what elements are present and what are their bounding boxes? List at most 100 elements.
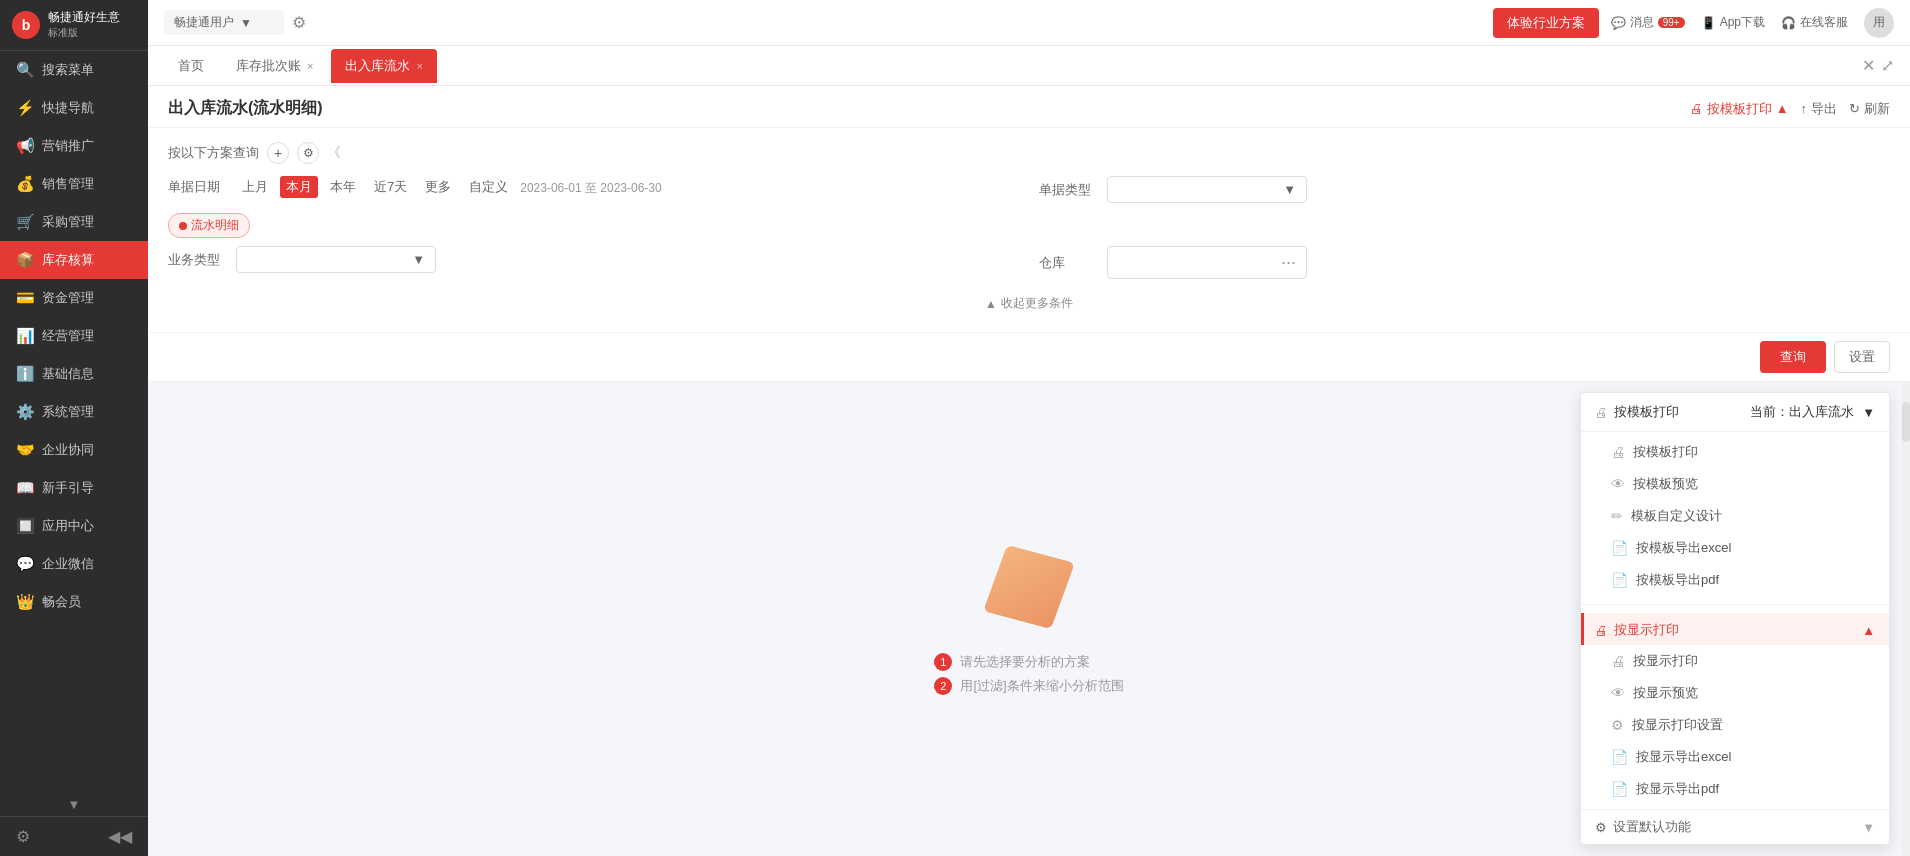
app-tag: 标准版 xyxy=(48,26,120,40)
sidebar-item-marketing[interactable]: 📢 营销推广 xyxy=(0,127,148,165)
tab-home[interactable]: 首页 xyxy=(164,49,218,83)
search-add-button[interactable]: + xyxy=(267,142,289,164)
print-template-item[interactable]: 🖨 按模板打印 xyxy=(1581,436,1889,468)
dropdown-title: 按模板打印 xyxy=(1614,403,1679,421)
sidebar-item-basic[interactable]: ℹ️ 基础信息 xyxy=(0,355,148,393)
date-opt-custom[interactable]: 自定义 xyxy=(463,176,514,198)
app-center-icon: 🔲 xyxy=(16,517,34,535)
app-download-item[interactable]: 📱 App下载 xyxy=(1701,14,1765,31)
chevron-down-icon: ▼ xyxy=(412,252,425,267)
sidebar-item-quick-nav[interactable]: ⚡ 快捷导航 xyxy=(0,89,148,127)
sidebar-item-system[interactable]: ⚙️ 系统管理 xyxy=(0,393,148,431)
app-logo-icon: b xyxy=(12,11,40,39)
date-options: 上月 本月 本年 近7天 更多 自定义 2023-06-01 至 2023-06… xyxy=(236,176,662,198)
settings-button[interactable]: 设置 xyxy=(1834,341,1890,373)
export-pdf-template-item[interactable]: 📄 按模板导出pdf xyxy=(1581,564,1889,596)
window-maximize-icon[interactable]: ⤢ xyxy=(1881,56,1894,75)
sidebar-item-sales[interactable]: 💰 销售管理 xyxy=(0,165,148,203)
user-selector[interactable]: 畅捷通用户 ▼ xyxy=(164,10,284,35)
date-opt-this-year[interactable]: 本年 xyxy=(324,176,362,198)
preview-template-item[interactable]: 👁 按模板预览 xyxy=(1581,468,1889,500)
sidebar-item-member[interactable]: 👑 畅会员 xyxy=(0,583,148,621)
sidebar: b 畅捷通好生意 标准版 🔍 搜索菜单 ⚡ 快捷导航 📢 营销推广 💰 销售管理… xyxy=(0,0,148,856)
tab-flow-close[interactable]: × xyxy=(416,60,422,72)
sidebar-scroll-down[interactable]: ▼ xyxy=(0,793,148,816)
warehouse-select[interactable]: ··· xyxy=(1107,246,1307,279)
sidebar-item-cooperation[interactable]: 🤝 企业协同 xyxy=(0,431,148,469)
export-excel-template-item[interactable]: 📄 按模板导出excel xyxy=(1581,532,1889,564)
sidebar-search[interactable]: 🔍 搜索菜单 xyxy=(0,51,148,89)
sidebar-collapse-icon[interactable]: ◀◀ xyxy=(108,827,132,846)
tab-batch-label: 库存批次账 xyxy=(236,57,301,75)
query-button[interactable]: 查询 xyxy=(1760,341,1826,373)
print-display-item[interactable]: 🖨 按显示打印 xyxy=(1581,645,1889,677)
sidebar-item-inventory[interactable]: 📦 库存核算 xyxy=(0,241,148,279)
content-area: 1 请先选择要分析的方案 2 用[过滤]条件来缩小分析范围 🖨 按模板打印 当前… xyxy=(148,382,1910,856)
date-opt-last-month[interactable]: 上月 xyxy=(236,176,274,198)
preview-display-item[interactable]: 👁 按显示预览 xyxy=(1581,677,1889,709)
scroll-indicator[interactable] xyxy=(1902,382,1910,856)
empty-icon xyxy=(979,537,1079,637)
sidebar-item-wechat[interactable]: 💬 企业微信 xyxy=(0,545,148,583)
tab-home-label: 首页 xyxy=(178,57,204,75)
tab-flow[interactable]: 出入库流水 × xyxy=(331,49,436,83)
pdf-display-icon: 📄 xyxy=(1611,781,1628,797)
avatar[interactable]: 用 xyxy=(1864,8,1894,38)
online-service-label: 在线客服 xyxy=(1800,14,1848,31)
export-icon: ↑ xyxy=(1801,101,1808,116)
section-toggle-icon[interactable]: ▲ xyxy=(1862,623,1875,638)
topbar-settings-icon[interactable]: ⚙ xyxy=(292,13,306,32)
sidebar-item-finance[interactable]: 💳 资金管理 xyxy=(0,279,148,317)
step-1-num: 1 xyxy=(934,653,952,671)
date-opt-7days[interactable]: 近7天 xyxy=(368,176,413,198)
business-type-select[interactable]: ▼ xyxy=(236,246,436,273)
message-badge: 99+ xyxy=(1658,17,1685,28)
export-button[interactable]: ↑ 导出 xyxy=(1801,100,1838,118)
export-excel-display-label: 按显示导出excel xyxy=(1636,748,1731,766)
search-settings-button[interactable]: ⚙ xyxy=(297,142,319,164)
refresh-button[interactable]: ↻ 刷新 xyxy=(1849,100,1890,118)
sidebar-bottom: ⚙ ◀◀ xyxy=(0,816,148,856)
custom-template-item[interactable]: ✏ 模板自定义设计 xyxy=(1581,500,1889,532)
export-pdf-display-item[interactable]: 📄 按显示导出pdf xyxy=(1581,773,1889,805)
message-item[interactable]: 💬 消息 99+ xyxy=(1611,14,1685,31)
collapse-button[interactable]: ▲ 收起更多条件 xyxy=(168,289,1890,318)
app-download-label: App下载 xyxy=(1720,14,1765,31)
business-type-field: 业务类型 ▼ xyxy=(168,246,1019,273)
refresh-label: 刷新 xyxy=(1864,100,1890,118)
sidebar-item-guide[interactable]: 📖 新手引导 xyxy=(0,469,148,507)
quick-nav-icon: ⚡ xyxy=(16,99,34,117)
export-excel-display-item[interactable]: 📄 按显示导出excel xyxy=(1581,741,1889,773)
box-shape-decoration xyxy=(983,545,1075,629)
date-opt-more[interactable]: 更多 xyxy=(419,176,457,198)
search-collapse-button[interactable]: 《 xyxy=(327,144,341,162)
display-section: 🖨 按显示打印 ▲ 🖨 按显示打印 👁 按显示预览 ⚙ 按显示打印设置 xyxy=(1581,609,1889,809)
top-bar: 畅捷通用户 ▼ ⚙ 体验行业方案 💬 消息 99+ 📱 App下载 🎧 在线客服… xyxy=(148,0,1910,46)
tab-batch[interactable]: 库存批次账 × xyxy=(222,49,327,83)
main-area: 畅捷通用户 ▼ ⚙ 体验行业方案 💬 消息 99+ 📱 App下载 🎧 在线客服… xyxy=(148,0,1910,856)
date-opt-this-month[interactable]: 本月 xyxy=(280,176,318,198)
sidebar-item-purchase[interactable]: 🛒 采购管理 xyxy=(0,203,148,241)
window-close-icon[interactable]: ✕ xyxy=(1862,56,1875,75)
tab-batch-close[interactable]: × xyxy=(307,60,313,72)
sidebar-item-operations[interactable]: 📊 经营管理 xyxy=(0,317,148,355)
inventory-icon: 📦 xyxy=(16,251,34,269)
finance-icon: 💳 xyxy=(16,289,34,307)
print-template-item-label: 按模板打印 xyxy=(1633,443,1698,461)
online-service-item[interactable]: 🎧 在线客服 xyxy=(1781,14,1848,31)
doc-type-select[interactable]: ▼ xyxy=(1107,176,1307,203)
sidebar-settings-icon[interactable]: ⚙ xyxy=(16,827,30,846)
window-controls: ✕ ⤢ xyxy=(1862,56,1894,75)
sidebar-item-app-center[interactable]: 🔲 应用中心 xyxy=(0,507,148,545)
step-1-text: 请先选择要分析的方案 xyxy=(960,653,1090,671)
refresh-icon: ↻ xyxy=(1849,101,1860,116)
search-row-2: 业务类型 ▼ 仓库 ··· xyxy=(168,246,1890,279)
footer-arrow-icon[interactable]: ▼ xyxy=(1862,820,1875,835)
trial-button[interactable]: 体验行业方案 xyxy=(1493,8,1599,38)
print-template-button[interactable]: 🖨 按模板打印 ▲ xyxy=(1690,100,1789,118)
more-options-icon[interactable]: ··· xyxy=(1281,252,1296,273)
phone-icon: 📱 xyxy=(1701,16,1716,30)
cooperation-icon: 🤝 xyxy=(16,441,34,459)
print-settings-display-item[interactable]: ⚙ 按显示打印设置 xyxy=(1581,709,1889,741)
search-menu-label: 搜索菜单 xyxy=(42,61,94,79)
